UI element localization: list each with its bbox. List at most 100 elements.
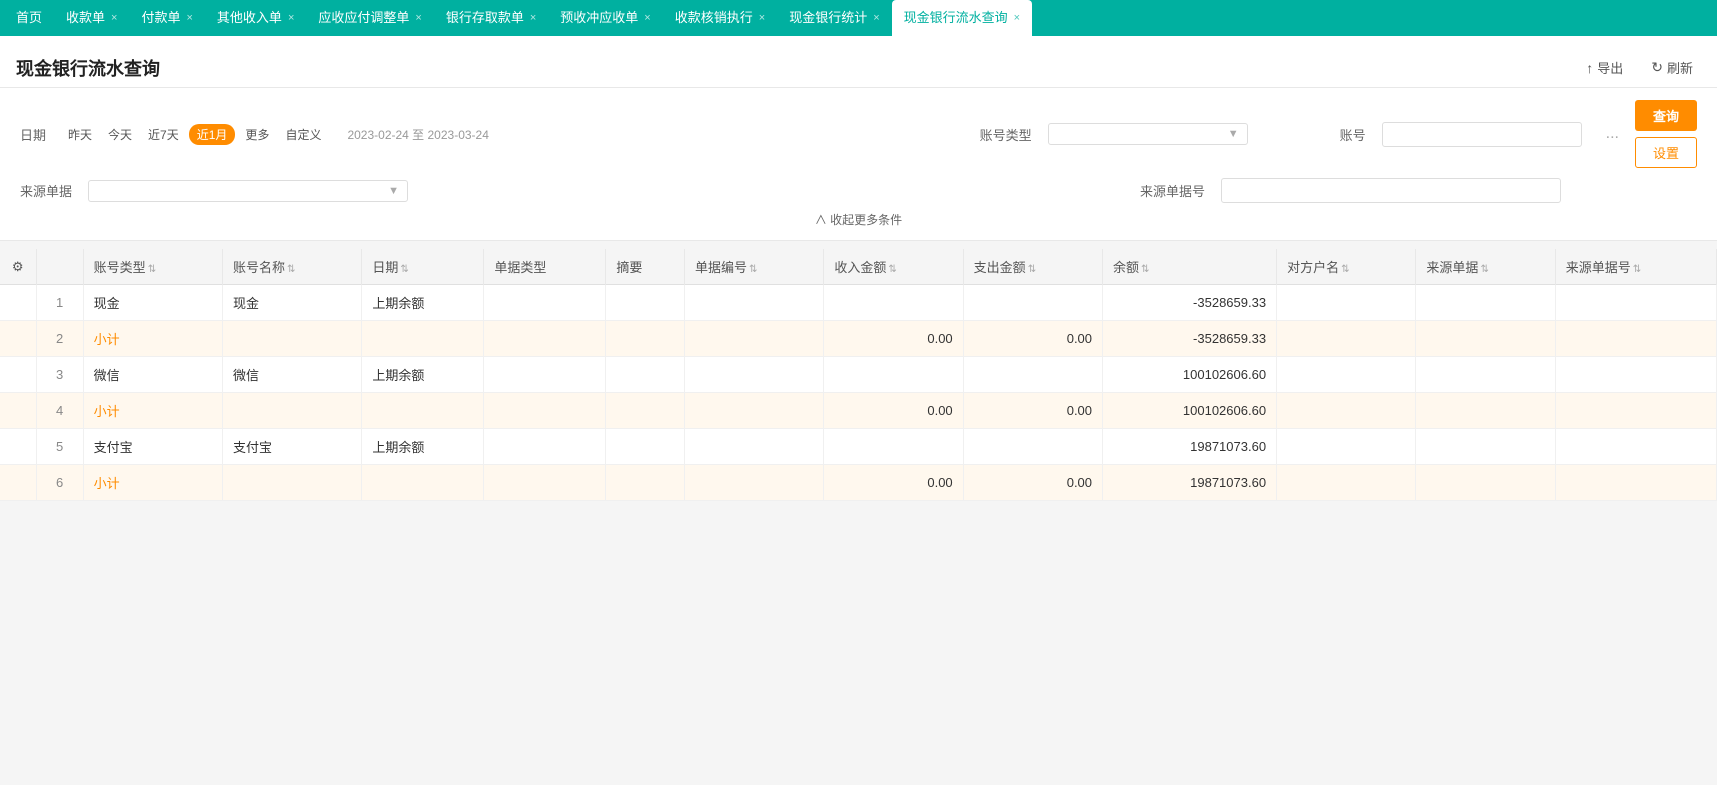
collapse-bar[interactable]: ∧ 收起更多条件 <box>20 207 1697 230</box>
cell-date <box>362 321 484 357</box>
cell-row_num: 3 <box>36 357 83 393</box>
source-doc-no-input[interactable] <box>1221 178 1561 203</box>
date-btn-yesterday[interactable]: 昨天 <box>62 124 98 145</box>
cell-source_doc <box>1416 429 1555 465</box>
account-label: 账号 <box>1340 125 1366 144</box>
nav-item-prepaid-offset[interactable]: 预收冲应收单 × <box>548 0 662 36</box>
th-doc-type: 单据类型 <box>484 249 606 285</box>
close-icon[interactable]: × <box>759 0 765 36</box>
cell-balance: -3528659.33 <box>1103 321 1277 357</box>
cell-source_doc_no <box>1555 321 1716 357</box>
nav-item-ar-ap-adjust[interactable]: 应收应付调整单 × <box>306 0 433 36</box>
cell-date: 上期余额 <box>362 429 484 465</box>
th-expense[interactable]: 支出金额⇅ <box>963 249 1102 285</box>
cell-doc_no <box>684 357 823 393</box>
cell-date <box>362 393 484 429</box>
close-icon[interactable]: × <box>530 0 536 36</box>
close-icon[interactable]: × <box>644 0 650 36</box>
account-type-select[interactable]: ▼ <box>1048 123 1248 145</box>
nav-item-cash-bank-flow[interactable]: 现金银行流水查询 × <box>892 0 1032 36</box>
th-account-name[interactable]: 账号名称⇅ <box>223 249 362 285</box>
cell-gear <box>0 357 36 393</box>
cell-account_name <box>223 393 362 429</box>
th-source-doc-no[interactable]: 来源单据号⇅ <box>1555 249 1716 285</box>
nav-item-bank-deposit[interactable]: 银行存取款单 × <box>434 0 548 36</box>
cell-doc_no <box>684 321 823 357</box>
cell-summary <box>606 321 685 357</box>
date-btn-7days[interactable]: 近7天 <box>142 124 185 145</box>
cell-balance: -3528659.33 <box>1103 285 1277 321</box>
nav-item-receipt[interactable]: 收款单 × <box>54 0 129 36</box>
th-gear[interactable]: ⚙ <box>0 249 36 285</box>
source-doc-no-label: 来源单据号 <box>1140 181 1205 200</box>
cell-row_num: 2 <box>36 321 83 357</box>
nav-item-cash-bank-stats[interactable]: 现金银行统计 × <box>777 0 891 36</box>
cell-date <box>362 465 484 501</box>
account-input[interactable] <box>1382 122 1582 147</box>
table-row: 6小计0.000.0019871073.60 <box>0 465 1717 501</box>
account-type-label: 账号类型 <box>980 125 1032 144</box>
close-icon[interactable]: × <box>873 0 879 36</box>
nav-item-home[interactable]: 首页 <box>4 0 54 36</box>
filter-row-1: 日期 昨天 今天 近7天 近1月 更多 自定义 2023-02-24 至 202… <box>20 100 1697 168</box>
close-icon[interactable]: × <box>1014 0 1020 36</box>
cell-source_doc <box>1416 321 1555 357</box>
th-row-num <box>36 249 83 285</box>
nav-item-payment[interactable]: 付款单 × <box>129 0 204 36</box>
cell-summary <box>606 285 685 321</box>
cell-account_name <box>223 321 362 357</box>
cell-expense <box>963 285 1102 321</box>
cell-doc_no <box>684 393 823 429</box>
cell-source_doc <box>1416 285 1555 321</box>
th-source-doc[interactable]: 来源单据⇅ <box>1416 249 1555 285</box>
th-income[interactable]: 收入金额⇅ <box>824 249 963 285</box>
cell-source_doc <box>1416 357 1555 393</box>
cell-doc_type <box>484 393 606 429</box>
th-balance[interactable]: 余额⇅ <box>1103 249 1277 285</box>
export-icon: ↑ <box>1586 60 1593 76</box>
date-btn-today[interactable]: 今天 <box>102 124 138 145</box>
cell-expense: 0.00 <box>963 465 1102 501</box>
chevron-up-icon: ∧ <box>815 213 827 227</box>
cell-source_doc <box>1416 393 1555 429</box>
table-row: 3微信微信上期余额100102606.60 <box>0 357 1717 393</box>
date-btn-custom[interactable]: 自定义 <box>279 124 327 145</box>
cell-income: 0.00 <box>824 465 963 501</box>
table-row: 5支付宝支付宝上期余额19871073.60 <box>0 429 1717 465</box>
filter-action-col: 查询 设置 <box>1635 100 1697 168</box>
refresh-icon: ↻ <box>1651 59 1663 76</box>
cell-expense <box>963 357 1102 393</box>
settings-button[interactable]: 设置 <box>1635 137 1697 168</box>
cell-account_name: 支付宝 <box>223 429 362 465</box>
close-icon[interactable]: × <box>186 0 192 36</box>
export-button[interactable]: ↑ 导出 <box>1578 54 1631 81</box>
th-counterpart[interactable]: 对方户名⇅ <box>1277 249 1416 285</box>
nav-item-receipt-exec[interactable]: 收款核销执行 × <box>663 0 777 36</box>
cell-summary <box>606 465 685 501</box>
cell-source_doc_no <box>1555 465 1716 501</box>
page-title: 现金银行流水查询 <box>16 55 160 81</box>
th-doc-no[interactable]: 单据编号⇅ <box>684 249 823 285</box>
cell-income <box>824 429 963 465</box>
cell-income <box>824 357 963 393</box>
date-btn-more[interactable]: 更多 <box>239 124 275 145</box>
refresh-button[interactable]: ↻ 刷新 <box>1643 54 1701 81</box>
table-body: 1现金现金上期余额-3528659.332小计0.000.00-3528659.… <box>0 285 1717 501</box>
source-doc-select[interactable]: ▼ <box>88 180 408 202</box>
account-dots-button[interactable]: ... <box>1606 125 1619 143</box>
date-btn-1month[interactable]: 近1月 <box>189 124 236 145</box>
filter-area: 日期 昨天 今天 近7天 近1月 更多 自定义 2023-02-24 至 202… <box>0 88 1717 241</box>
cell-balance: 19871073.60 <box>1103 465 1277 501</box>
cell-doc_type <box>484 429 606 465</box>
close-icon[interactable]: × <box>415 0 421 36</box>
cell-account_name: 现金 <box>223 285 362 321</box>
cell-row_num: 6 <box>36 465 83 501</box>
query-button[interactable]: 查询 <box>1635 100 1697 131</box>
header-actions: ↑ 导出 ↻ 刷新 <box>1578 54 1701 81</box>
th-date[interactable]: 日期⇅ <box>362 249 484 285</box>
th-account-type[interactable]: 账号类型⇅ <box>83 249 222 285</box>
nav-item-other-income[interactable]: 其他收入单 × <box>205 0 306 36</box>
close-icon[interactable]: × <box>288 0 294 36</box>
close-icon[interactable]: × <box>111 0 117 36</box>
table-header-row: ⚙ 账号类型⇅ 账号名称⇅ 日期⇅ 单据类型 摘要 单据编号⇅ 收入金额⇅ 支出… <box>0 249 1717 285</box>
